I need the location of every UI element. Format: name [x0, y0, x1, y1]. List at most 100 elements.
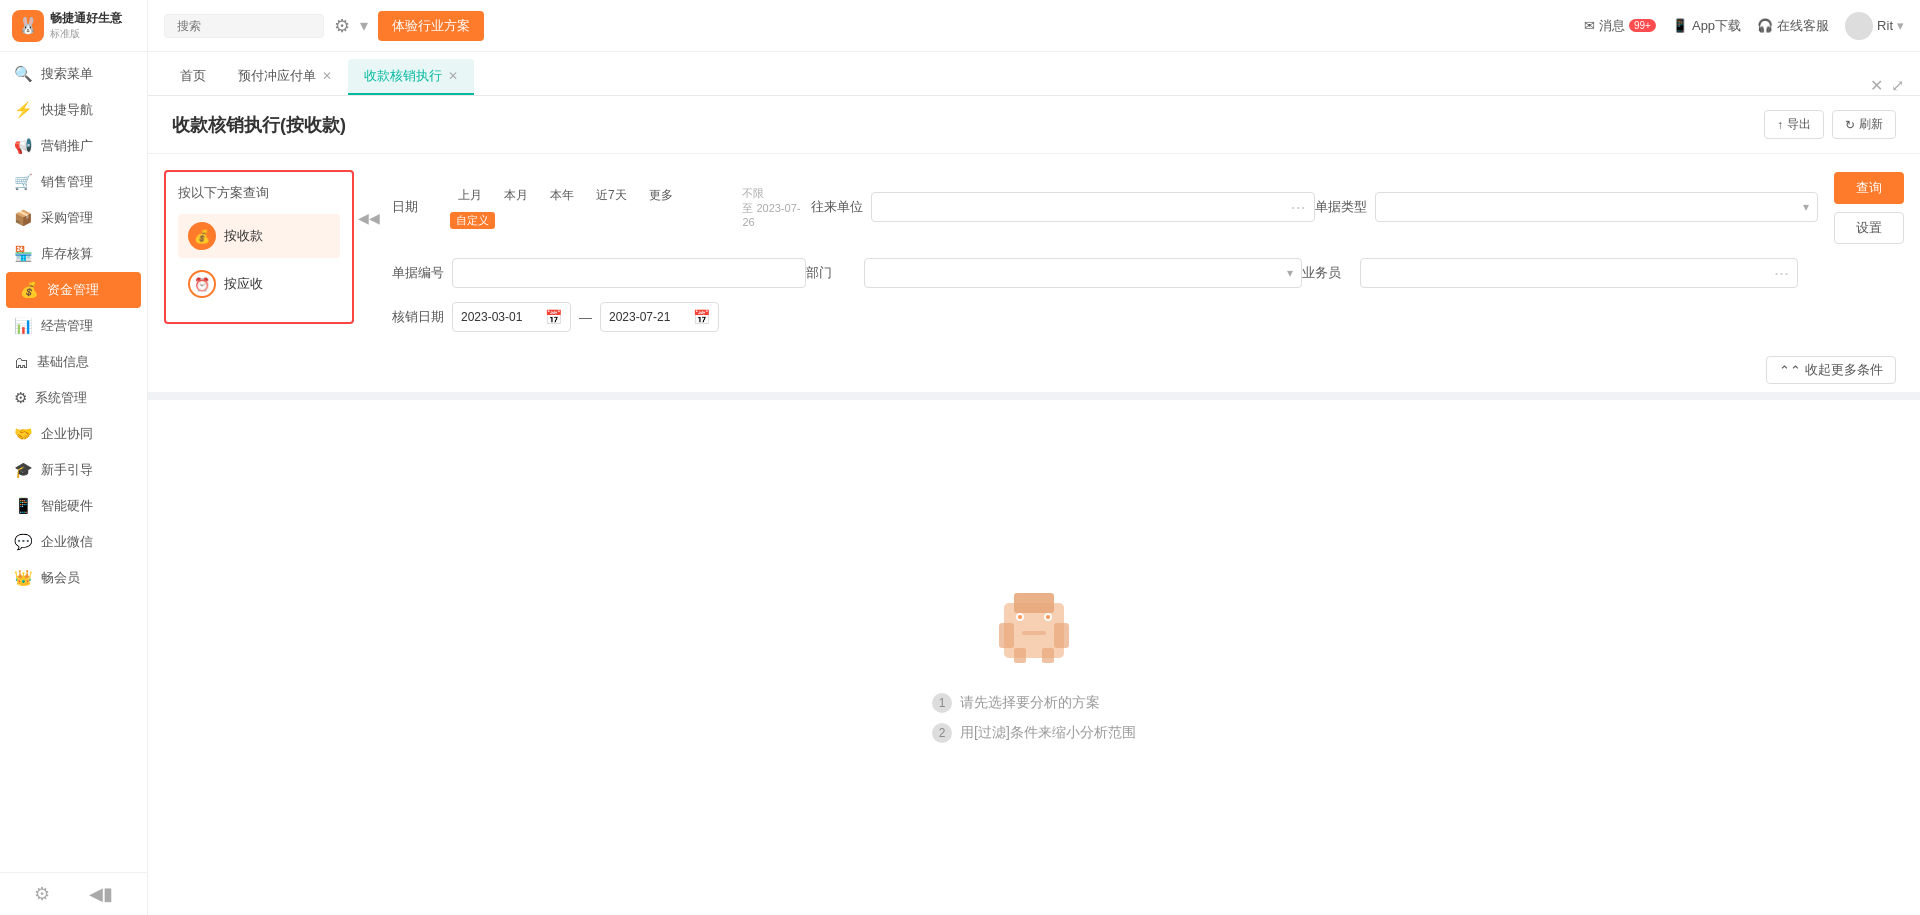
- filter-row-3: 核销日期 📅 — 📅: [392, 302, 1904, 332]
- date-last-month[interactable]: 上月: [450, 185, 490, 206]
- query-button[interactable]: 查询: [1834, 172, 1904, 204]
- query-panel: 按以下方案查询 💰 按收款 ⏰ 按应收: [164, 170, 354, 324]
- sidebar-bottom: ⚙ ◀▮: [0, 872, 147, 915]
- gear-icon[interactable]: ⚙: [334, 15, 350, 37]
- counterpart-filter: 往来单位 ···: [811, 192, 1314, 222]
- date-shortcuts: 上月 本月 本年 近7天 更多 自定义: [450, 185, 726, 229]
- query-panel-title: 按以下方案查询: [178, 184, 340, 202]
- date-this-year[interactable]: 本年: [542, 185, 582, 206]
- message-icon: ✉: [1584, 18, 1595, 33]
- sidebar-item-资金管理[interactable]: 💰资金管理: [6, 272, 141, 308]
- settings-icon[interactable]: ⚙: [34, 883, 50, 905]
- close-tab-receipt-icon[interactable]: ✕: [448, 69, 458, 83]
- start-date-wrapper[interactable]: 📅: [452, 302, 571, 332]
- svg-rect-9: [1046, 615, 1050, 619]
- docno-input[interactable]: [452, 258, 806, 288]
- close-tab-prepay-icon[interactable]: ✕: [322, 69, 332, 83]
- app-download-item[interactable]: 📱 App下载: [1672, 17, 1741, 35]
- tab-receipt[interactable]: 收款核销执行 ✕: [348, 59, 474, 95]
- date-range-row: 📅 — 📅: [452, 302, 719, 332]
- topbar: ⚙ ▾ 体验行业方案 ✉ 消息 99+ 📱 App下载 🎧 在线客服 Rit ▾: [148, 0, 1920, 52]
- logo-icon: 🐰: [12, 10, 44, 42]
- tab-prepay[interactable]: 预付冲应付单 ✕: [222, 59, 348, 95]
- svg-rect-2: [999, 623, 1014, 648]
- refresh-icon: ↻: [1845, 118, 1855, 132]
- svg-rect-3: [1054, 623, 1069, 648]
- message-item[interactable]: ✉ 消息 99+: [1584, 17, 1656, 35]
- sidebar-item-库存核算[interactable]: 🏪库存核算: [0, 236, 147, 272]
- export-button[interactable]: ↑ 导出: [1764, 110, 1824, 139]
- page-actions: ↑ 导出 ↻ 刷新: [1764, 110, 1896, 139]
- tabbar-actions: ✕ ⤢: [1870, 76, 1904, 95]
- date-more[interactable]: 更多: [641, 185, 681, 206]
- svg-rect-1: [1014, 593, 1054, 613]
- sidebar-item-企业微信[interactable]: 💬企业微信: [0, 524, 147, 560]
- start-calendar-icon[interactable]: 📅: [545, 309, 562, 325]
- empty-hint-2: 2 用[过滤]条件来缩小分析范围: [932, 723, 1136, 743]
- close-window-icon[interactable]: ✕: [1870, 76, 1883, 95]
- collapse-more-area: ⌃⌃ 收起更多条件: [148, 348, 1920, 392]
- salesperson-dots-icon[interactable]: ···: [1774, 263, 1789, 284]
- doctype-select[interactable]: ▾: [1375, 192, 1818, 222]
- sidebar-menu: 🔍搜索菜单⚡快捷导航📢营销推广🛒销售管理📦采购管理🏪库存核算💰资金管理📊经营管理…: [0, 52, 147, 872]
- dept-select[interactable]: ▾: [864, 258, 1302, 288]
- sidebar-item-搜索菜单[interactable]: 🔍搜索菜单: [0, 56, 147, 92]
- collapse-panel-icon[interactable]: ◀◀: [358, 210, 380, 226]
- maximize-icon[interactable]: ⤢: [1891, 76, 1904, 95]
- sidebar-item-企业协同[interactable]: 🤝企业协同: [0, 416, 147, 452]
- doctype-filter: 单据类型 ▾: [1315, 192, 1818, 222]
- sidebar-item-快捷导航[interactable]: ⚡快捷导航: [0, 92, 147, 128]
- chevron-down-icon[interactable]: ▾: [360, 16, 368, 35]
- avatar: [1845, 12, 1873, 40]
- app-logo: 🐰 畅捷通好生意 标准版: [0, 0, 147, 52]
- svg-rect-4: [1014, 648, 1026, 663]
- sidebar-item-基础信息[interactable]: 🗂基础信息: [0, 344, 147, 380]
- sidebar-item-经营管理[interactable]: 📊经营管理: [0, 308, 147, 344]
- search-input[interactable]: [164, 14, 324, 38]
- filter-row-1: 日期 上月 本月 本年 近7天 更多 自定义 不限 至: [392, 170, 1904, 244]
- query-option-by-receivable[interactable]: ⏰ 按应收: [178, 262, 340, 306]
- filter-row-2: 单据编号 部门 ▾ 业务员: [392, 258, 1904, 288]
- sidebar-item-智能硬件[interactable]: 📱智能硬件: [0, 488, 147, 524]
- logo-text: 畅捷通好生意 标准版: [50, 10, 122, 41]
- refresh-button[interactable]: ↻ 刷新: [1832, 110, 1896, 139]
- phone-icon: 📱: [1672, 18, 1688, 33]
- date-filter: 日期 上月 本月 本年 近7天 更多 自定义 不限 至: [392, 185, 811, 229]
- topbar-left: ⚙ ▾ 体验行业方案: [164, 11, 484, 41]
- tab-home[interactable]: 首页: [164, 59, 222, 95]
- sidebar-item-销售管理[interactable]: 🛒销售管理: [0, 164, 147, 200]
- end-date-wrapper[interactable]: 📅: [600, 302, 719, 332]
- end-calendar-icon[interactable]: 📅: [693, 309, 710, 325]
- salesperson-filter: 业务员 ···: [1302, 258, 1798, 288]
- sidebar-item-新手引导[interactable]: 🎓新手引导: [0, 452, 147, 488]
- date-custom-tag: 自定义: [450, 212, 495, 229]
- page-title: 收款核销执行(按收款): [172, 113, 346, 137]
- filter-main-content: 按以下方案查询 💰 按收款 ⏰ 按应收 ◀◀: [148, 170, 1920, 348]
- start-date-input[interactable]: [461, 310, 541, 324]
- collapse-more-button[interactable]: ⌃⌃ 收起更多条件: [1766, 356, 1896, 384]
- empty-hints: 1 请先选择要分析的方案 2 用[过滤]条件来缩小分析范围: [932, 693, 1136, 743]
- sidebar-item-营销推广[interactable]: 📢营销推广: [0, 128, 147, 164]
- solution-button[interactable]: 体验行业方案: [378, 11, 484, 41]
- empty-illustration: [974, 573, 1094, 673]
- salesperson-input[interactable]: ···: [1360, 258, 1798, 288]
- online-service-item[interactable]: 🎧 在线客服: [1757, 17, 1829, 35]
- sidebar-item-系统管理[interactable]: ⚙系统管理: [0, 380, 147, 416]
- svg-rect-10: [1022, 631, 1046, 635]
- collapse-sidebar-icon[interactable]: ◀▮: [89, 883, 113, 905]
- settings-button[interactable]: 设置: [1834, 212, 1904, 244]
- end-date-input[interactable]: [609, 310, 689, 324]
- counterpart-input[interactable]: ···: [871, 192, 1314, 222]
- date-no-limit-display: 不限 至 2023-07-26: [742, 186, 811, 228]
- date-this-month[interactable]: 本月: [496, 185, 536, 206]
- dept-filter: 部门 ▾: [806, 258, 1302, 288]
- date-7days[interactable]: 近7天: [588, 185, 635, 206]
- svg-rect-8: [1018, 615, 1022, 619]
- topbar-right: ✉ 消息 99+ 📱 App下载 🎧 在线客服 Rit ▾: [1584, 12, 1904, 40]
- counterpart-dots-icon[interactable]: ···: [1291, 197, 1306, 218]
- sidebar-item-采购管理[interactable]: 📦采购管理: [0, 200, 147, 236]
- filter-right: 日期 上月 本月 本年 近7天 更多 自定义 不限 至: [392, 170, 1904, 332]
- sidebar-item-畅会员[interactable]: 👑畅会员: [0, 560, 147, 596]
- user-area[interactable]: Rit ▾: [1845, 12, 1904, 40]
- query-option-by-receipt[interactable]: 💰 按收款: [178, 214, 340, 258]
